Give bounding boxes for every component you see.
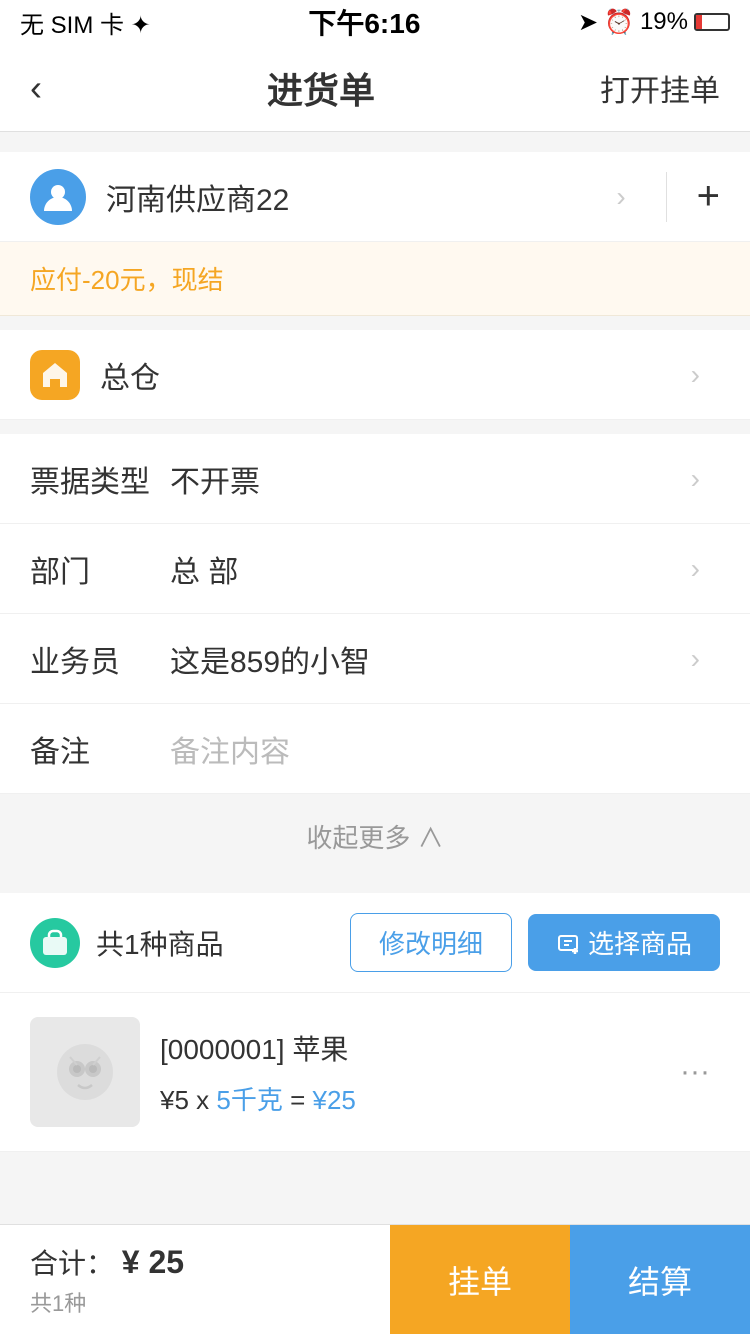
checkout-button[interactable]: 结算 — [570, 1225, 750, 1334]
product-thumbnail — [30, 1017, 140, 1127]
supplier-chevron-icon: › — [616, 181, 625, 213]
collapse-row[interactable]: 收起更多 ∧ — [0, 794, 750, 879]
salesman-row[interactable]: 业务员 这是859的小智 › — [0, 614, 750, 704]
warehouse-row[interactable]: 总仓 › — [0, 330, 750, 420]
page-title: 进货单 — [267, 62, 375, 114]
total-amount-row: 合计： ¥ 25 — [30, 1242, 360, 1282]
products-section: 共1种商品 修改明细 选择商品 — [0, 893, 750, 1152]
status-bar: 无 SIM 卡 ✦ 下午6:16 ➤ ⏰ 19% — [0, 0, 750, 44]
remark-label: 备注 — [30, 727, 170, 771]
price-equals: = — [283, 1085, 313, 1115]
invoice-type-row[interactable]: 票据类型 不开票 › — [0, 434, 750, 524]
invoice-label: 票据类型 — [30, 457, 170, 501]
total-count: 共1种 — [30, 1286, 360, 1318]
status-right: ➤ ⏰ 19% — [578, 8, 730, 37]
price-total: ¥25 — [313, 1085, 356, 1115]
product-info: [0000001] 苹果 ¥5 x 5千克 = ¥25 — [160, 1028, 670, 1117]
invoice-chevron-icon: › — [691, 463, 700, 495]
department-value: 总 部 — [170, 547, 691, 591]
supplier-avatar — [30, 169, 86, 225]
product-code: [0000001] — [160, 1034, 285, 1065]
price-unit: ¥5 — [160, 1085, 189, 1115]
product-name: [0000001] 苹果 — [160, 1028, 670, 1068]
add-supplier-button[interactable]: + — [697, 174, 720, 219]
back-button[interactable]: ‹ — [30, 67, 42, 109]
nav-bar: ‹ 进货单 打开挂单 — [0, 44, 750, 132]
products-header: 共1种商品 修改明细 选择商品 — [0, 893, 750, 993]
alarm-icon: ⏰ — [604, 8, 634, 37]
status-left: 无 SIM 卡 ✦ — [20, 5, 151, 40]
modify-detail-button[interactable]: 修改明细 — [350, 913, 512, 972]
supplier-name: 河南供应商22 — [106, 175, 616, 219]
warehouse-name: 总仓 — [100, 353, 691, 397]
department-label: 部门 — [30, 547, 170, 591]
total-amount: ¥ 25 — [122, 1244, 184, 1280]
supplier-row[interactable]: 河南供应商22 › + — [0, 152, 750, 242]
select-product-button[interactable]: 选择商品 — [528, 914, 720, 971]
product-price: ¥5 x 5千克 = ¥25 — [160, 1080, 670, 1117]
sim-label: 无 SIM 卡 ✦ — [20, 5, 151, 40]
status-time: 下午6:16 — [308, 2, 420, 42]
remark-input[interactable]: 备注内容 — [170, 727, 720, 771]
pend-button[interactable]: 挂单 — [390, 1225, 570, 1334]
department-chevron-icon: › — [691, 553, 700, 585]
battery-label: 19% — [640, 8, 688, 36]
department-row[interactable]: 部门 总 部 › — [0, 524, 750, 614]
invoice-value: 不开票 — [170, 457, 691, 501]
price-qty: 5千克 — [216, 1085, 282, 1115]
products-count: 共1种商品 — [96, 923, 350, 963]
total-label: 合计： — [30, 1248, 114, 1279]
warehouse-icon-bg — [30, 350, 80, 400]
open-pending-button[interactable]: 打开挂单 — [600, 66, 720, 110]
products-icon-bg — [30, 918, 80, 968]
product-more-button[interactable]: ··· — [670, 1045, 720, 1099]
divider-1 — [0, 316, 750, 330]
location-icon: ➤ — [578, 8, 598, 37]
bottom-total: 合计： ¥ 25 共1种 — [0, 1225, 390, 1334]
divider-2 — [0, 420, 750, 434]
notice-bar: 应付-20元，现结 — [0, 242, 750, 316]
product-item: [0000001] 苹果 ¥5 x 5千克 = ¥25 ··· — [0, 993, 750, 1152]
product-title: 苹果 — [292, 1034, 348, 1065]
battery-icon — [694, 13, 730, 31]
select-product-label: 选择商品 — [588, 924, 692, 961]
divider-top — [0, 132, 750, 152]
warehouse-chevron-icon: › — [691, 359, 700, 391]
salesman-label: 业务员 — [30, 637, 170, 681]
price-multiply: x — [196, 1085, 216, 1115]
collapse-label: 收起更多 ∧ — [306, 823, 443, 853]
salesman-chevron-icon: › — [691, 643, 700, 675]
supplier-divider — [666, 172, 667, 222]
remark-row[interactable]: 备注 备注内容 — [0, 704, 750, 794]
bottom-bar: 合计： ¥ 25 共1种 挂单 结算 — [0, 1224, 750, 1334]
salesman-value: 这是859的小智 — [170, 637, 691, 681]
